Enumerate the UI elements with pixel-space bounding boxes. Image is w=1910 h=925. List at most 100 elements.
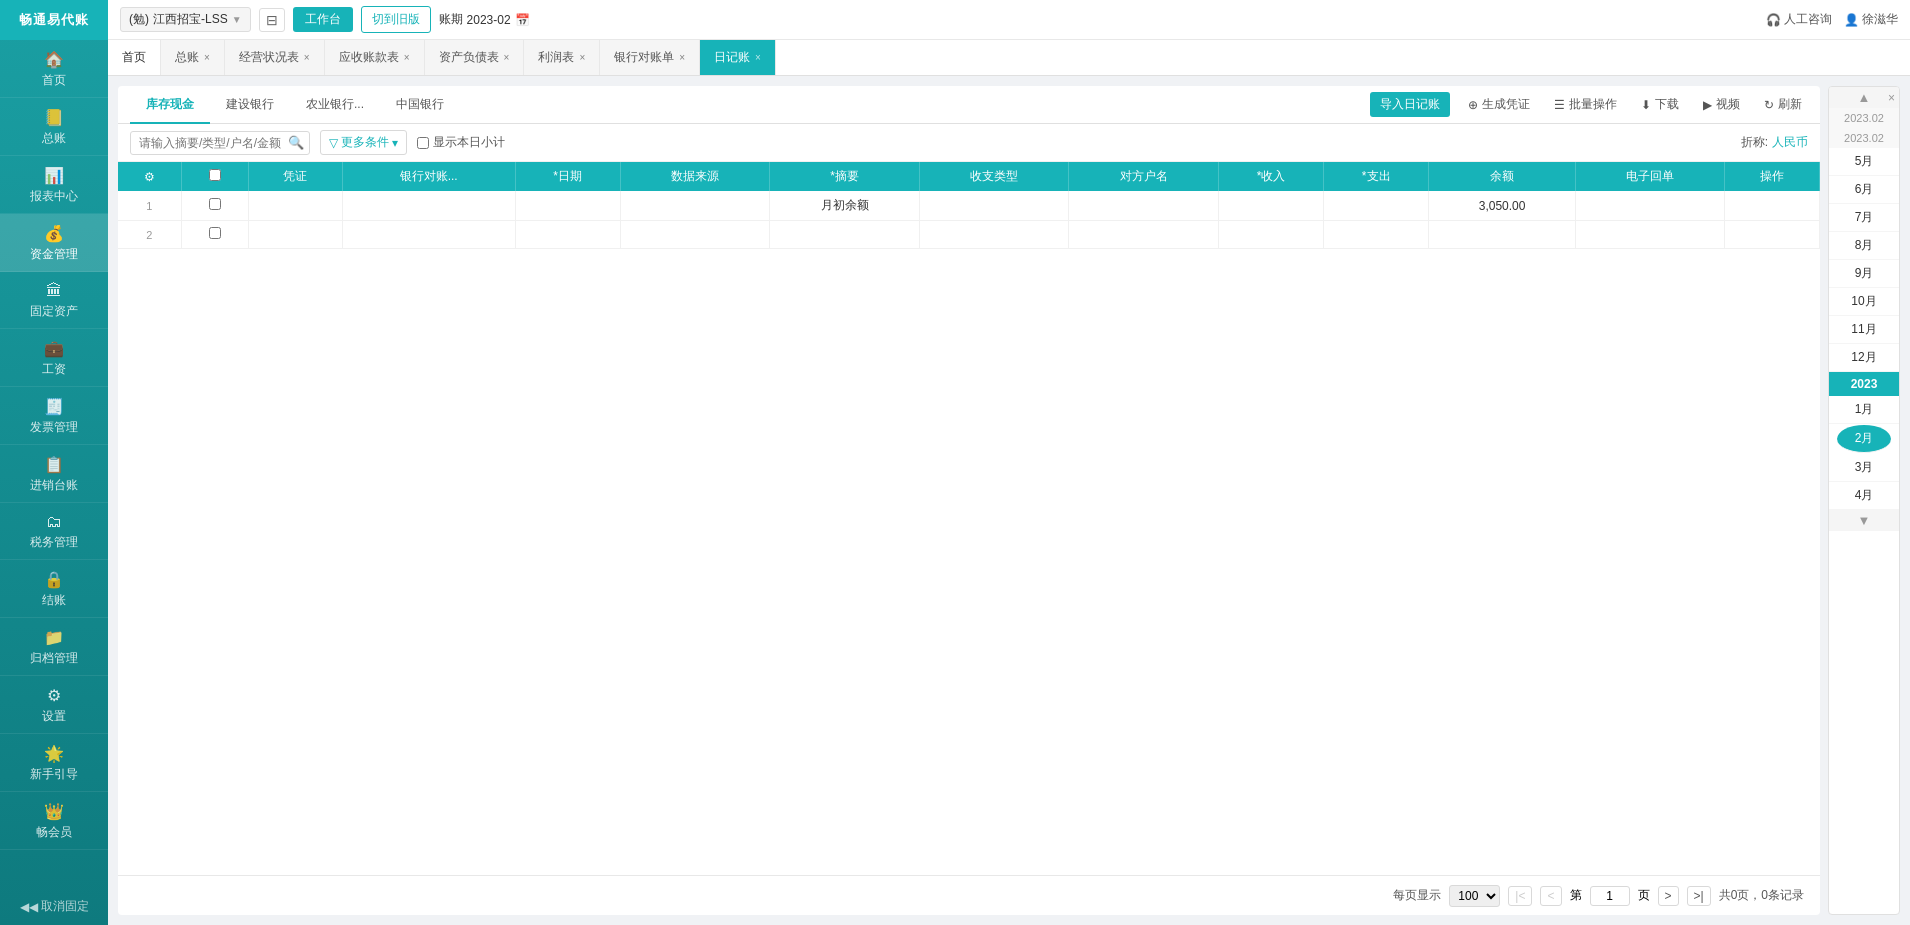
tab-close-icon[interactable]: × <box>404 52 410 63</box>
month-12[interactable]: 12月 <box>1829 344 1899 372</box>
sidebar-item-report-center[interactable]: 📊 报表中心 <box>0 156 108 214</box>
closing-icon: 🔒 <box>44 570 64 589</box>
row-voucher <box>248 221 342 249</box>
date-picker-panel: × ▲ 2023.02 2023.02 5月 6月 7月 8月 9月 10月 1… <box>1828 86 1900 915</box>
row-checkbox[interactable] <box>181 221 248 249</box>
sub-tab-boc[interactable]: 中国银行 <box>380 86 460 124</box>
sidebar-item-archive-mgmt[interactable]: 📁 归档管理 <box>0 618 108 676</box>
sidebar-item-new-guide[interactable]: 🌟 新手引导 <box>0 734 108 792</box>
month-11[interactable]: 11月 <box>1829 316 1899 344</box>
month-1[interactable]: 1月 <box>1829 396 1899 424</box>
download-btn[interactable]: ⬇ 下载 <box>1635 93 1685 116</box>
chevron-down-icon: ▾ <box>392 136 398 150</box>
col-checkbox <box>181 162 248 191</box>
unfix-sidebar-btn[interactable]: ◀◀ 取消固定 <box>0 898 108 915</box>
sidebar-item-invoice-mgmt[interactable]: 🧾 发票管理 <box>0 387 108 445</box>
sidebar-item-salary[interactable]: 💼 工资 <box>0 329 108 387</box>
row-expenditure <box>1324 191 1429 221</box>
tab-close-icon[interactable]: × <box>579 52 585 63</box>
tabbar: 首页 总账 × 经营状况表 × 应收账款表 × 资产负债表 × 利润表 × 银行… <box>108 40 1910 76</box>
prev-year-entry2[interactable]: 2023.02 <box>1829 128 1899 148</box>
show-today-checkbox[interactable] <box>417 137 429 149</box>
last-page-btn[interactable]: >| <box>1687 886 1711 906</box>
video-btn[interactable]: ▶ 视频 <box>1697 93 1746 116</box>
tab-close-icon[interactable]: × <box>204 52 210 63</box>
tab-profit[interactable]: 利润表 × <box>524 40 600 76</box>
prev-year-entry[interactable]: 2023.02 <box>1829 108 1899 128</box>
batch-ops-btn[interactable]: ☰ 批量操作 <box>1548 93 1623 116</box>
sidebar-item-fixed-assets[interactable]: 🏛 固定资产 <box>0 272 108 329</box>
page-input[interactable]: 1 <box>1590 886 1630 906</box>
row-bank-reconcile <box>342 221 515 249</box>
sidebar-item-settings[interactable]: ⚙ 设置 <box>0 676 108 734</box>
page-size-select[interactable]: 20 50 100 200 <box>1449 885 1500 907</box>
voucher-icon: ⊕ <box>1468 98 1478 112</box>
prev-page-btn[interactable]: < <box>1540 886 1561 906</box>
tab-label: 总账 <box>175 49 199 66</box>
refresh-btn[interactable]: ↻ 刷新 <box>1758 93 1808 116</box>
customer-service-btn[interactable]: 🎧 人工咨询 <box>1766 11 1832 28</box>
sidebar-item-sales-ledger[interactable]: 📋 进销台账 <box>0 445 108 503</box>
user-menu-btn[interactable]: 👤 徐滋华 <box>1844 11 1898 28</box>
month-9[interactable]: 9月 <box>1829 260 1899 288</box>
row-select-checkbox[interactable] <box>209 227 221 239</box>
copy-button[interactable]: ⊟ <box>259 8 285 32</box>
company-tag: (勉) <box>129 11 149 28</box>
more-filter-btn[interactable]: ▽ 更多条件 ▾ <box>320 130 407 155</box>
sub-tab-abc[interactable]: 农业银行... <box>290 86 380 124</box>
month-10[interactable]: 10月 <box>1829 288 1899 316</box>
currency-selector[interactable]: 人民币 <box>1772 134 1808 151</box>
report-icon: 📊 <box>44 166 64 185</box>
sub-tab-cash[interactable]: 库存现金 <box>130 86 210 124</box>
date-picker-close-btn[interactable]: × <box>1888 91 1895 105</box>
content-area: 库存现金 建设银行 农业银行... 中国银行 导入日记账 ⊕ 生成凭证 <box>108 76 1910 925</box>
tab-close-icon[interactable]: × <box>504 52 510 63</box>
tab-close-icon[interactable]: × <box>755 52 761 63</box>
sidebar-item-vip[interactable]: 👑 畅会员 <box>0 792 108 850</box>
old-version-button[interactable]: 切到旧版 <box>361 6 431 33</box>
first-page-btn[interactable]: |< <box>1508 886 1532 906</box>
search-input[interactable] <box>130 131 310 155</box>
row-checkbox[interactable] <box>181 191 248 221</box>
month-5[interactable]: 5月 <box>1829 148 1899 176</box>
video-icon: ▶ <box>1703 98 1712 112</box>
import-journal-btn[interactable]: 导入日记账 <box>1370 92 1450 117</box>
select-all-checkbox[interactable] <box>209 169 221 181</box>
tab-assets-liabilities[interactable]: 资产负债表 × <box>425 40 525 76</box>
scroll-down-btn[interactable]: ▼ <box>1829 510 1899 531</box>
tab-close-icon[interactable]: × <box>679 52 685 63</box>
tab-bank-reconcile[interactable]: 银行对账单 × <box>600 40 700 76</box>
month-2-active[interactable]: 2月 <box>1837 425 1891 453</box>
month-3[interactable]: 3月 <box>1829 454 1899 482</box>
sidebar-item-home[interactable]: 🏠 首页 <box>0 40 108 98</box>
col-settings[interactable]: ⚙ <box>118 162 181 191</box>
row-income <box>1219 221 1324 249</box>
search-icon: 🔍 <box>288 135 304 150</box>
tab-receivable[interactable]: 应收账款表 × <box>325 40 425 76</box>
sidebar-item-general-ledger[interactable]: 📒 总账 <box>0 98 108 156</box>
month-4[interactable]: 4月 <box>1829 482 1899 510</box>
tab-close-icon[interactable]: × <box>304 52 310 63</box>
workbench-button[interactable]: 工作台 <box>293 7 353 32</box>
calendar-icon[interactable]: 📅 <box>515 13 530 27</box>
sidebar-item-capital-mgmt[interactable]: 💰 资金管理 <box>0 214 108 272</box>
row-select-checkbox[interactable] <box>209 198 221 210</box>
tab-business-status[interactable]: 经营状况表 × <box>225 40 325 76</box>
show-today-checkbox-wrap[interactable]: 显示本日小计 <box>417 134 505 151</box>
col-date: *日期 <box>515 162 620 191</box>
sidebar-item-label: 新手引导 <box>30 766 78 783</box>
month-7[interactable]: 7月 <box>1829 204 1899 232</box>
tab-journal[interactable]: 日记账 × <box>700 40 776 76</box>
month-8[interactable]: 8月 <box>1829 232 1899 260</box>
company-selector[interactable]: (勉) 江西招宝-LSS ▼ <box>120 7 251 32</box>
sidebar-item-closing[interactable]: 🔒 结账 <box>0 560 108 618</box>
sidebar-item-tax-mgmt[interactable]: 🗂 税务管理 <box>0 503 108 560</box>
sub-tab-ccb[interactable]: 建设银行 <box>210 86 290 124</box>
sidebar-item-label: 发票管理 <box>30 419 78 436</box>
tab-home[interactable]: 首页 <box>108 40 161 76</box>
month-6[interactable]: 6月 <box>1829 176 1899 204</box>
tab-general-ledger[interactable]: 总账 × <box>161 40 225 76</box>
next-page-btn[interactable]: > <box>1658 886 1679 906</box>
company-name: 江西招宝-LSS <box>153 11 228 28</box>
generate-voucher-btn[interactable]: ⊕ 生成凭证 <box>1462 93 1536 116</box>
